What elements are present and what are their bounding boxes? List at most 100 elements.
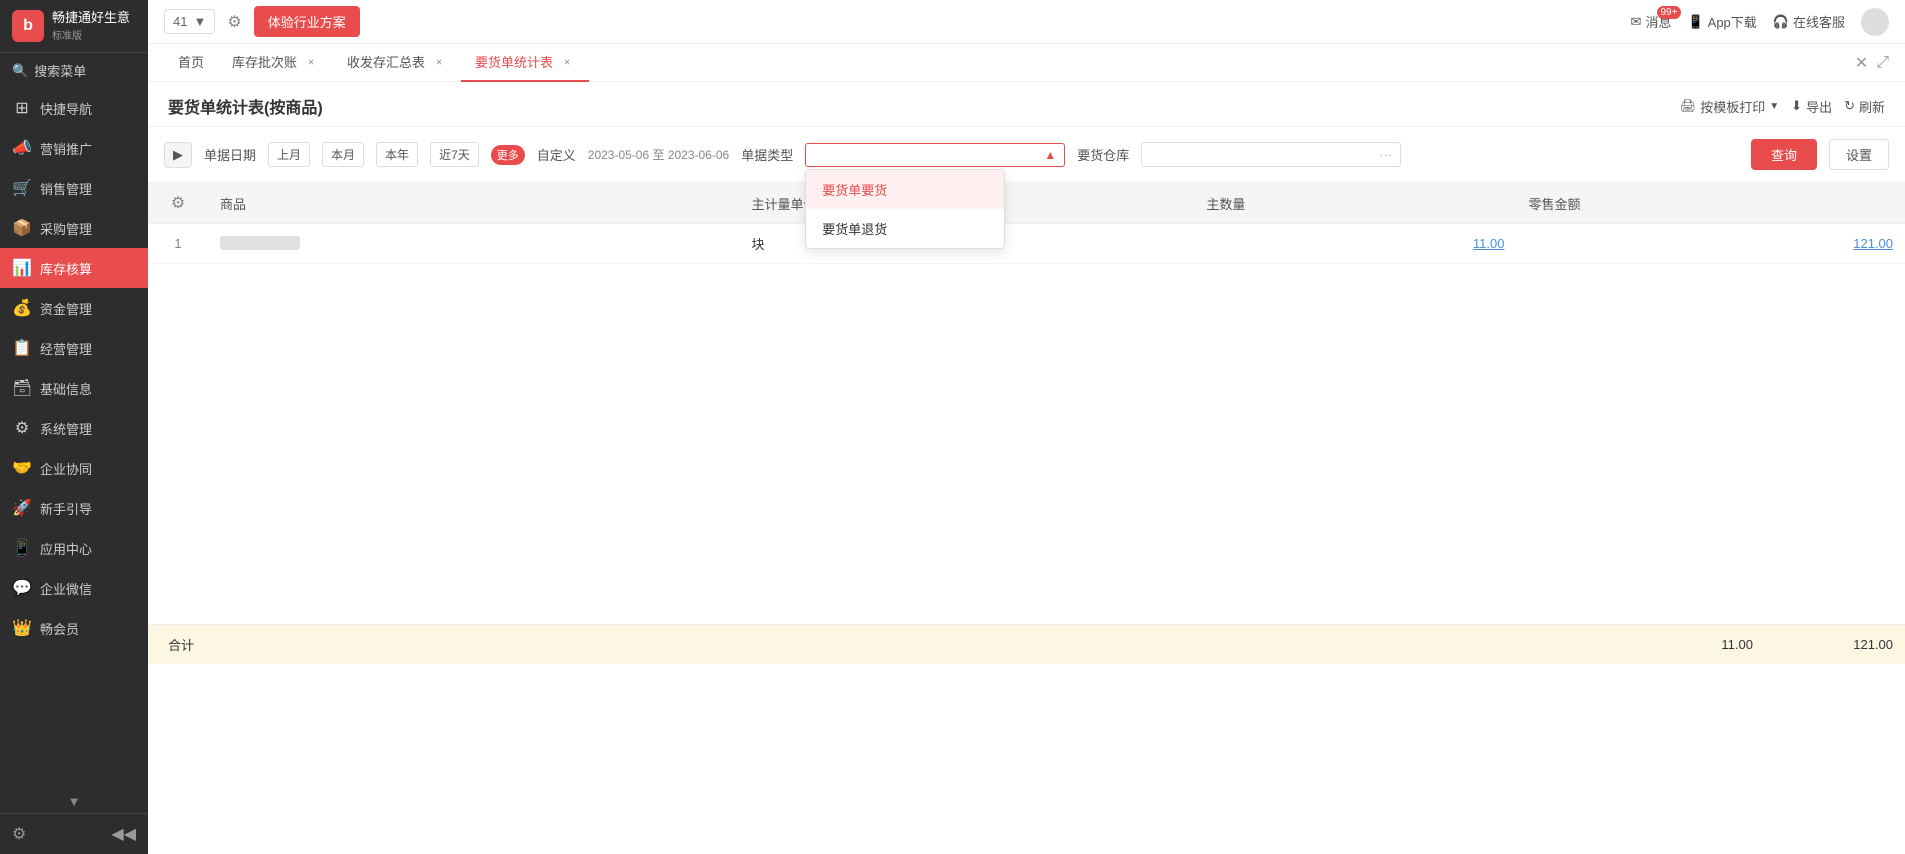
tab-label: 要货单统计表 (475, 52, 553, 71)
date-7days-btn[interactable]: 近7天 (430, 142, 479, 167)
sidebar-item-app-center[interactable]: 📱 应用中心 (0, 528, 148, 568)
row-index: 1 (148, 224, 208, 264)
app-download-label: App下载 (1708, 12, 1757, 31)
top-header: 41 ▼ ⚙ 体验行业方案 ✉ 消息 99+ 📱 App下载 🎧 在线客服 (148, 0, 1905, 44)
type-select-input[interactable]: ▲ (805, 143, 1065, 167)
sidebar-item-label: 经营管理 (40, 339, 92, 358)
quick-nav-icon: ⊞ (12, 98, 32, 118)
sidebar-item-label: 基础信息 (40, 379, 92, 398)
sidebar-item-label: 应用中心 (40, 539, 92, 558)
inventory-icon: 📊 (12, 258, 32, 278)
online-service-btn[interactable]: 🎧 在线客服 (1773, 12, 1845, 31)
print-label: 按模板打印 (1700, 97, 1765, 116)
app-download-btn[interactable]: 📱 App下载 (1687, 12, 1756, 31)
export-label: 导出 (1806, 97, 1832, 116)
date-range-value: 2023-05-06 至 2023-06-06 (588, 146, 729, 163)
tab-home[interactable]: 首页 (164, 44, 218, 82)
sidebar-item-label: 快捷导航 (40, 99, 92, 118)
search-menu[interactable]: 🔍 搜索菜单 (0, 53, 148, 88)
footer-label: 合计 (160, 635, 220, 654)
type-dropdown: 要货单要货 要货单退货 (805, 169, 1005, 249)
settings-icon[interactable]: ⚙ (12, 824, 26, 844)
chevron-down-icon: ▼ (1769, 101, 1779, 112)
sidebar-item-sales[interactable]: 🛒 销售管理 (0, 168, 148, 208)
print-icon: 🖨 (1680, 98, 1697, 114)
row-amount: 121.00 (1516, 224, 1905, 264)
content-spacer (148, 264, 1905, 624)
quantity-link[interactable]: 11.00 (1473, 236, 1505, 251)
system-icon: ⚙ (12, 418, 32, 438)
column-settings-icon[interactable]: ⚙ (171, 195, 185, 212)
tab-inventory-batch[interactable]: 库存批次账 × (218, 44, 333, 82)
warehouse-select[interactable]: ··· (1141, 142, 1401, 167)
type-select[interactable]: ▲ 要货单要货 要货单退货 (805, 143, 1065, 167)
row-quantity: 11.00 (1194, 224, 1516, 264)
user-avatar[interactable] (1861, 8, 1889, 36)
col-quantity: 主数量 (1194, 183, 1516, 224)
collapse-icon[interactable]: ◀◀ (111, 824, 136, 844)
settings-button[interactable]: 设置 (1829, 139, 1889, 170)
sidebar-item-purchase[interactable]: 📦 采购管理 (0, 208, 148, 248)
sidebar-item-operation[interactable]: 📋 经营管理 (0, 328, 148, 368)
refresh-btn[interactable]: ↻ 刷新 (1844, 97, 1885, 116)
page-content: 要货单统计表(按商品) 🖨 按模板打印 ▼ ⬇ 导出 ↻ 刷新 (148, 82, 1905, 854)
sidebar-item-guide[interactable]: 🚀 新手引导 (0, 488, 148, 528)
export-btn[interactable]: ⬇ 导出 (1791, 97, 1832, 116)
search-label: 搜索菜单 (34, 61, 86, 80)
tab-close-icon[interactable]: × (431, 54, 447, 70)
sidebar-item-marketing[interactable]: 📣 营销推广 (0, 128, 148, 168)
tab-bar-actions: ✕ ⤢ (1855, 53, 1889, 73)
sidebar-item-inventory[interactable]: 📊 库存核算 (0, 248, 148, 288)
sidebar-item-label: 资金管理 (40, 299, 92, 318)
date-custom-btn[interactable]: 自定义 (537, 145, 576, 164)
sidebar-item-enterprise[interactable]: 🤝 企业协同 (0, 448, 148, 488)
refresh-label: 刷新 (1859, 97, 1885, 116)
date-more-badge[interactable]: 更多 (491, 145, 525, 165)
footer-quantity: 11.00 (1633, 637, 1753, 652)
sidebar-item-label: 库存核算 (40, 259, 92, 278)
filter-bar: ▶ 单据日期 上月 本月 本年 近7天 更多 自定义 2023-05-06 至 … (148, 127, 1905, 183)
tab-label: 收发存汇总表 (347, 52, 425, 71)
more-options-icon[interactable]: ··· (1379, 147, 1392, 162)
members-icon: 👑 (12, 618, 32, 638)
dropdown-item-return[interactable]: 要货单退货 (806, 209, 1004, 248)
operation-icon: 📋 (12, 338, 32, 358)
tab-maximize-icon[interactable]: ⤢ (1876, 54, 1889, 72)
tab-close-icon[interactable]: × (559, 54, 575, 70)
header-right: ✉ 消息 99+ 📱 App下载 🎧 在线客服 (1631, 8, 1889, 36)
basic-icon: 🗃 (12, 378, 32, 398)
sidebar-item-label: 畅会员 (40, 619, 79, 638)
query-button[interactable]: 查询 (1751, 139, 1817, 170)
sidebar-item-label: 采购管理 (40, 219, 92, 238)
sidebar-scroll-down[interactable]: ▼ (0, 790, 148, 813)
table-footer: 合计 11.00 121.00 (148, 624, 1905, 664)
filter-toggle-btn[interactable]: ▶ (164, 142, 192, 168)
date-this-year-btn[interactable]: 本年 (376, 142, 418, 167)
tab-order-stats[interactable]: 要货单统计表 × (461, 44, 589, 82)
sidebar-item-basic[interactable]: 🗃 基础信息 (0, 368, 148, 408)
sales-icon: 🛒 (12, 178, 32, 198)
export-icon: ⬇ (1791, 98, 1802, 114)
gear-icon[interactable]: ⚙ (227, 12, 241, 32)
dropdown-item-order[interactable]: 要货单要货 (806, 170, 1004, 209)
messages-btn[interactable]: ✉ 消息 99+ (1631, 12, 1672, 31)
messages-badge: 99+ (1657, 6, 1682, 19)
sidebar-item-wechat[interactable]: 💬 企业微信 (0, 568, 148, 608)
store-selector[interactable]: 41 ▼ (164, 9, 215, 34)
date-this-month-btn[interactable]: 本月 (322, 142, 364, 167)
date-last-month-btn[interactable]: 上月 (268, 142, 310, 167)
amount-link[interactable]: 121.00 (1853, 236, 1893, 251)
print-template-btn[interactable]: 🖨 按模板打印 ▼ (1680, 97, 1779, 116)
tab-close-all-icon[interactable]: ✕ (1855, 53, 1868, 73)
sidebar-item-finance[interactable]: 💰 资金管理 (0, 288, 148, 328)
logo-icon: b (12, 10, 44, 42)
table-row: 1 块 11.00 121.00 (148, 224, 1905, 264)
sidebar-item-members[interactable]: 👑 畅会员 (0, 608, 148, 648)
sidebar-item-quick-nav[interactable]: ⊞ 快捷导航 (0, 88, 148, 128)
sidebar-item-label: 营销推广 (40, 139, 92, 158)
tab-close-icon[interactable]: × (303, 54, 319, 70)
trial-button[interactable]: 体验行业方案 (254, 6, 360, 37)
tab-receipt-summary[interactable]: 收发存汇总表 × (333, 44, 461, 82)
sidebar-item-system[interactable]: ⚙ 系统管理 (0, 408, 148, 448)
sidebar-item-label: 系统管理 (40, 419, 92, 438)
